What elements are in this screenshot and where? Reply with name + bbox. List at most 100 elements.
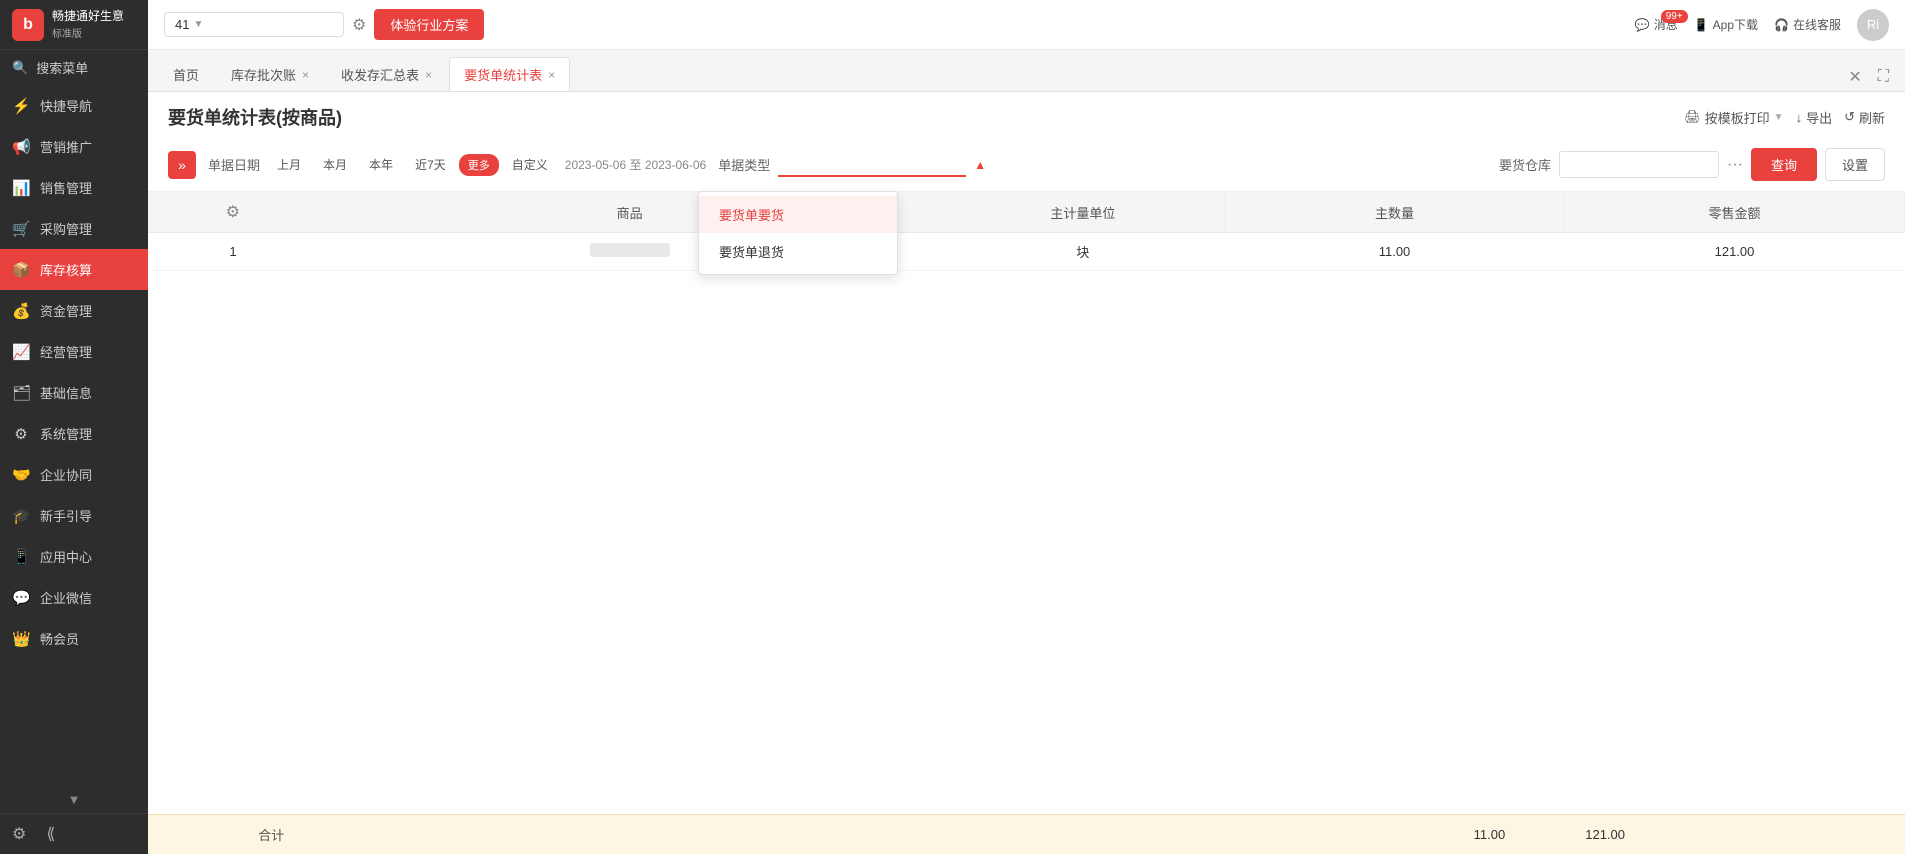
trial-button[interactable]: 体验行业方案 [374, 9, 484, 40]
custom-btn[interactable]: 自定义 [503, 151, 557, 178]
scroll-down-btn[interactable]: ▼ [0, 786, 148, 813]
table-header-row: ⚙ 商品 主计量单位 主数量 零售金额 [148, 192, 1905, 233]
data-table: ⚙ 商品 主计量单位 主数量 零售金额 [148, 192, 1905, 271]
footer-total-label: 合计 [168, 825, 284, 844]
row-amount: 121.00 [1564, 233, 1904, 271]
topbar-right: 💬 消息 99+ 📱 App下载 🎧 在线客服 Ri [1635, 9, 1889, 41]
query-button[interactable]: 查询 [1751, 148, 1817, 181]
print-btn[interactable]: 🖨 按模板打印 ▼ [1684, 108, 1783, 127]
logo-text-group: 畅捷通好生意 标准版 [52, 9, 124, 40]
export-btn[interactable]: ↓ 导出 [1796, 108, 1833, 127]
table-area: ⚙ 商品 主计量单位 主数量 零售金额 [148, 192, 1905, 814]
store-selector[interactable]: 41 ▼ [164, 12, 344, 37]
sidebar-item-label: 应用中心 [40, 547, 92, 566]
message-btn[interactable]: 💬 消息 99+ [1635, 16, 1678, 33]
dropdown-item-requisition[interactable]: 要货单要货 [699, 196, 897, 233]
inventory-icon: 📦 [12, 261, 30, 279]
page-header: 要货单统计表(按商品) 🖨 按模板打印 ▼ ↓ 导出 ↺ 刷新 [148, 92, 1905, 138]
sidebar-item-basic-info[interactable]: 🗂 基础信息 [0, 372, 148, 413]
sidebar-item-app-center[interactable]: 📱 应用中心 [0, 536, 148, 577]
app-label: App下载 [1713, 16, 1758, 33]
more-btn[interactable]: 更多 [459, 154, 499, 176]
basic-info-icon: 🗂 [12, 384, 30, 402]
type-input[interactable] [778, 152, 966, 177]
sidebar-item-enterprise-wx[interactable]: 💬 企业微信 [0, 577, 148, 618]
last7-btn[interactable]: 近7天 [406, 151, 455, 178]
footer-amount: 121.00 [1585, 827, 1625, 842]
sidebar-item-marketing[interactable]: 📢 营销推广 [0, 126, 148, 167]
settings-bottom-icon[interactable]: ⚙ [12, 824, 26, 844]
sidebar-item-label: 销售管理 [40, 178, 92, 197]
topbar-settings-icon[interactable]: ⚙ [352, 15, 366, 35]
finance-icon: 💰 [12, 302, 30, 320]
up-month-btn[interactable]: 上月 [268, 151, 310, 178]
warehouse-filter-group: 要货仓库 ··· 查询 设置 [1499, 148, 1885, 181]
sidebar-nav: ⚡ 快捷导航 📢 营销推广 📊 销售管理 🛒 采购管理 📦 库存核算 💰 资金管… [0, 85, 148, 786]
app-download-btn[interactable]: 📱 App下载 [1694, 16, 1758, 33]
sidebar-bottom: ⚙ ⟪ [0, 813, 148, 854]
store-name: 41 [175, 17, 189, 32]
sidebar-item-guide[interactable]: 🎓 新手引导 [0, 495, 148, 536]
tab-home[interactable]: 首页 [158, 57, 214, 91]
sidebar-item-operations[interactable]: 📈 经营管理 [0, 331, 148, 372]
logo-name: 畅捷通好生意 [52, 9, 124, 25]
sidebar-item-sales[interactable]: 📊 销售管理 [0, 167, 148, 208]
fullscreen-btn[interactable]: ⛶ [1872, 64, 1895, 90]
col-settings-header[interactable]: ⚙ [148, 192, 318, 233]
tab-inventory-batch-close[interactable]: × [302, 68, 309, 82]
page-title: 要货单统计表(按商品) [168, 104, 342, 130]
page-content: 要货单统计表(按商品) 🖨 按模板打印 ▼ ↓ 导出 ↺ 刷新 » [148, 92, 1905, 854]
close-all-btn[interactable]: ✕ [1842, 63, 1867, 91]
tab-receivable-summary[interactable]: 收发存汇总表 × [326, 57, 447, 91]
col-amount-header: 零售金额 [1564, 192, 1904, 233]
service-label: 在线客服 [1793, 16, 1841, 33]
refresh-btn[interactable]: ↺ 刷新 [1844, 108, 1885, 127]
user-avatar[interactable]: Ri [1857, 9, 1889, 41]
sidebar-item-quick-nav[interactable]: ⚡ 快捷导航 [0, 85, 148, 126]
tab-order-summary-close[interactable]: × [548, 68, 555, 82]
sidebar-item-enterprise[interactable]: 🤝 企业协同 [0, 454, 148, 495]
tab-order-summary[interactable]: 要货单统计表 × [449, 57, 570, 91]
topbar: 41 ▼ ⚙ 体验行业方案 💬 消息 99+ 📱 App下载 🎧 在线客服 Ri [148, 0, 1905, 50]
service-btn[interactable]: 🎧 在线客服 [1774, 16, 1841, 33]
search-icon: 🔍 [12, 60, 28, 76]
sidebar-item-label: 经营管理 [40, 342, 92, 361]
dropdown-item-return[interactable]: 要货单退货 [699, 233, 897, 270]
col-unit-header: 主计量单位 [941, 192, 1224, 233]
tab-receivable-summary-close[interactable]: × [425, 68, 432, 82]
search-menu[interactable]: 🔍 搜索菜单 [0, 50, 148, 85]
sidebar-item-label: 采购管理 [40, 219, 92, 238]
logo-icon: b [12, 9, 44, 41]
sidebar-item-system[interactable]: ⚙ 系统管理 [0, 413, 148, 454]
tab-inventory-batch[interactable]: 库存批次账 × [216, 57, 324, 91]
tab-order-summary-label: 要货单统计表 [464, 65, 542, 84]
this-month-btn[interactable]: 本月 [314, 151, 356, 178]
date-quick-btns: 上月 本月 本年 近7天 更多 自定义 [268, 151, 557, 178]
this-year-btn[interactable]: 本年 [360, 151, 402, 178]
enterprise-wx-icon: 💬 [12, 589, 30, 607]
search-label: 搜索菜单 [36, 58, 88, 77]
dropdown-item-label: 要货单退货 [719, 245, 784, 260]
sidebar-item-members[interactable]: 👑 畅会员 [0, 618, 148, 659]
tab-receivable-summary-label: 收发存汇总表 [341, 65, 419, 84]
filter-more-icon[interactable]: ··· [1727, 156, 1743, 174]
sidebar-item-inventory[interactable]: 📦 库存核算 [0, 249, 148, 290]
sidebar-item-purchase[interactable]: 🛒 采购管理 [0, 208, 148, 249]
table-footer: 合计 11.00 121.00 [148, 814, 1905, 854]
settings-button[interactable]: 设置 [1825, 148, 1885, 181]
message-badge: 99+ [1661, 10, 1688, 23]
collapse-icon[interactable]: ⟪ [46, 824, 55, 844]
export-label: 导出 [1806, 108, 1832, 127]
avatar-text: Ri [1867, 17, 1879, 32]
warehouse-input[interactable] [1559, 151, 1719, 178]
message-icon: 💬 [1635, 18, 1650, 32]
type-filter-group: 单据类型 ▲ [718, 152, 986, 177]
tabs-actions: ✕ ⛶ [1832, 63, 1905, 91]
col-settings-icon[interactable]: ⚙ [226, 204, 240, 221]
print-arrow-icon: ▼ [1774, 112, 1784, 123]
sidebar-item-finance[interactable]: 💰 资金管理 [0, 290, 148, 331]
filter-expand-btn[interactable]: » [168, 151, 196, 179]
sidebar-item-label: 系统管理 [40, 424, 92, 443]
type-caret-icon[interactable]: ▲ [974, 158, 986, 172]
main-area: 41 ▼ ⚙ 体验行业方案 💬 消息 99+ 📱 App下载 🎧 在线客服 Ri [148, 0, 1905, 854]
